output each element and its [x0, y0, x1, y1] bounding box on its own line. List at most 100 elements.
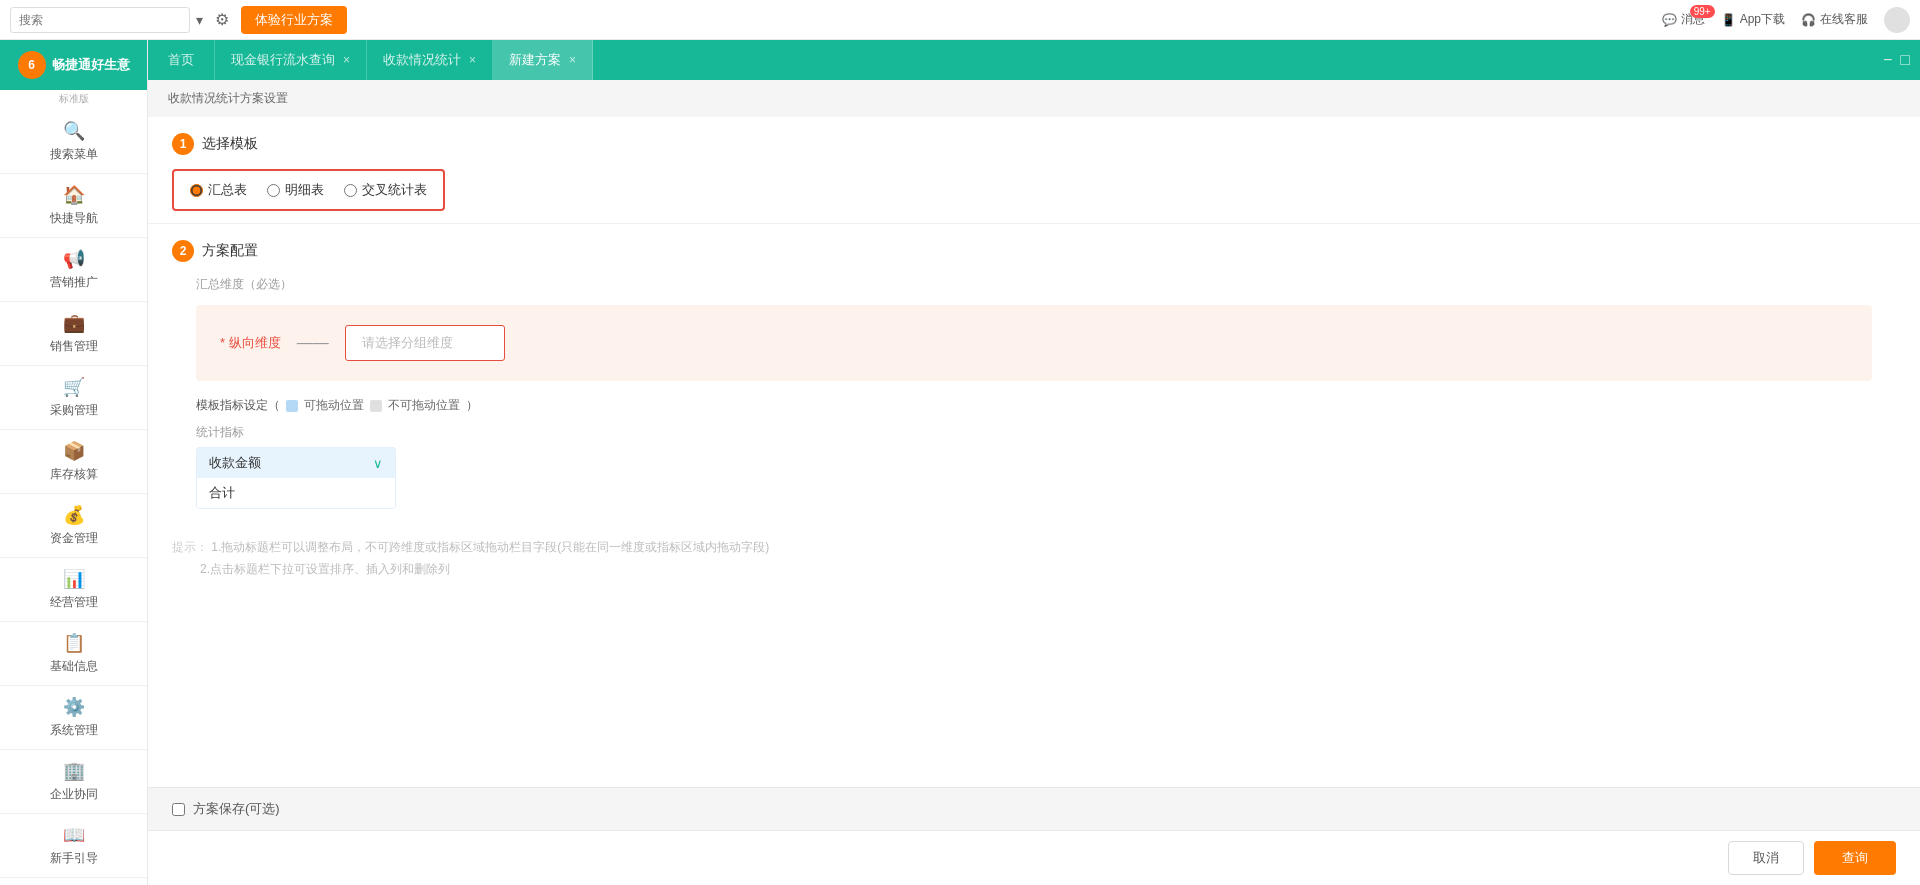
draggable-dot [286, 400, 298, 412]
service-item[interactable]: 🎧 在线客服 [1801, 11, 1868, 28]
hint-item-1: 1.拖动标题栏可以调整布局，不可跨维度或指标区域拖动栏目字段(只能在同一维度或指… [211, 540, 769, 554]
sidebar-item-label: 库存核算 [50, 466, 98, 483]
radio-summary[interactable]: 汇总表 [190, 181, 247, 199]
radio-detail-input[interactable] [267, 184, 280, 197]
breadcrumb: 收款情况统计方案设置 [148, 80, 1920, 117]
download-item[interactable]: 📱 App下载 [1721, 11, 1785, 28]
gear-icon[interactable]: ⚙ [209, 7, 235, 33]
metrics-table-header-row: 收款金额 ∨ [197, 448, 395, 478]
sidebar-item-enterprise[interactable]: 🏢 企业协同 [0, 750, 147, 814]
page-content: 收款情况统计方案设置 1 选择模板 汇总表 [148, 80, 1920, 830]
metrics-subtotal-label: 合计 [209, 485, 235, 500]
template-selector: 汇总表 明细表 交叉统计表 [172, 169, 445, 211]
maximize-icon[interactable]: □ [1900, 51, 1910, 69]
service-icon: 🎧 [1801, 13, 1816, 27]
sidebar-item-label: 营销推广 [50, 274, 98, 291]
step2-title: 方案配置 [202, 242, 258, 260]
sidebar-item-finance[interactable]: 💰 资金管理 [0, 494, 147, 558]
metrics-table: 收款金额 ∨ 合计 [196, 447, 396, 509]
step1-badge: 1 [172, 133, 194, 155]
logo-icon: 6 [18, 51, 46, 79]
sidebar-item-system[interactable]: ⚙️ 系统管理 [0, 686, 147, 750]
radio-cross-input[interactable] [344, 184, 357, 197]
dimension-select[interactable]: 请选择分组维度 [345, 325, 505, 361]
step1-section: 1 选择模板 汇总表 明细表 [148, 117, 1920, 223]
sidebar-item-label: 经营管理 [50, 594, 98, 611]
hint-section: 提示： 1.拖动标题栏可以调整布局，不可跨维度或指标区域拖动栏目字段(只能在同一… [148, 537, 1920, 580]
top-bar: ▾ ⚙ 体验行业方案 💬 消息 99+ 📱 App下载 🎧 在线客服 [0, 0, 1920, 40]
step1-header: 1 选择模板 [172, 133, 1896, 155]
tab-cashflow[interactable]: 现金银行流水查询 × [215, 40, 367, 80]
tab-new-plan-close[interactable]: × [569, 53, 576, 67]
non-draggable-dot [370, 400, 382, 412]
sidebar-item-marketing[interactable]: 📢 营销推广 [0, 238, 147, 302]
search-icon: 🔍 [63, 120, 85, 142]
home-icon: 🏠 [63, 184, 85, 206]
content-area: 首页 现金银行流水查询 × 收款情况统计 × 新建方案 × − □ 收款情况统计… [148, 40, 1920, 885]
radio-cross[interactable]: 交叉统计表 [344, 181, 427, 199]
minimize-icon[interactable]: − [1883, 51, 1892, 69]
sidebar-logo: 6 畅捷通好生意 [0, 40, 147, 90]
tab-receipt-close[interactable]: × [469, 53, 476, 67]
enterprise-icon: 🏢 [63, 760, 85, 782]
radio-detail[interactable]: 明细表 [267, 181, 324, 199]
message-item[interactable]: 💬 消息 99+ [1662, 11, 1705, 28]
sidebar-item-guide[interactable]: 📖 新手引导 [0, 814, 147, 878]
sidebar-item-sales[interactable]: 💼 销售管理 [0, 302, 147, 366]
radio-summary-input[interactable] [190, 184, 203, 197]
main-layout: 6 畅捷通好生意 标准版 🔍 搜索菜单 🏠 快捷导航 📢 营销推广 💼 销售管理… [0, 40, 1920, 885]
search-input[interactable] [10, 7, 190, 33]
metrics-dropdown-icon[interactable]: ∨ [373, 456, 383, 471]
inventory-icon: 📦 [63, 440, 85, 462]
message-icon: 💬 [1662, 13, 1677, 27]
sidebar-item-inventory[interactable]: 📦 库存核算 [0, 430, 147, 494]
cancel-button[interactable]: 取消 [1728, 841, 1804, 875]
top-bar-left: ▾ ⚙ 体验行业方案 [10, 6, 1654, 34]
tab-home[interactable]: 首页 [148, 40, 215, 80]
dropdown-button[interactable]: ▾ [196, 12, 203, 28]
tab-receipt-label: 收款情况统计 [383, 51, 461, 69]
system-icon: ⚙️ [63, 696, 85, 718]
dimension-area: * 纵向维度 —— 请选择分组维度 [196, 305, 1872, 381]
message-badge: 99+ [1690, 5, 1715, 18]
step1-title: 选择模板 [202, 135, 258, 153]
step2-badge: 2 [172, 240, 194, 262]
marketing-icon: 📢 [63, 248, 85, 270]
hint-item-2: 2.点击标题栏下拉可设置排序、插入列和删除列 [172, 562, 450, 576]
sidebar-item-nav[interactable]: 🏠 快捷导航 [0, 174, 147, 238]
metrics-header-label: 收款金额 [209, 454, 261, 472]
purchase-icon: 🛒 [63, 376, 85, 398]
metrics-section-label: 统计指标 [196, 424, 1872, 441]
sidebar-item-label: 快捷导航 [50, 210, 98, 227]
save-checkbox[interactable] [172, 803, 185, 816]
sidebar: 6 畅捷通好生意 标准版 🔍 搜索菜单 🏠 快捷导航 📢 营销推广 💼 销售管理… [0, 40, 148, 885]
sidebar-item-label: 资金管理 [50, 530, 98, 547]
hint-title: 提示： [172, 540, 208, 554]
sidebar-item-search[interactable]: 🔍 搜索菜单 [0, 110, 147, 174]
step2-section: 2 方案配置 汇总维度（必选） * 纵向维度 —— 请选择分组维度 [148, 224, 1920, 537]
tab-receipt[interactable]: 收款情况统计 × [367, 40, 493, 80]
sidebar-item-basic-info[interactable]: 📋 基础信息 [0, 622, 147, 686]
edition-label: 标准版 [0, 90, 147, 110]
tab-bar: 首页 现金银行流水查询 × 收款情况统计 × 新建方案 × − □ [148, 40, 1920, 80]
query-button[interactable]: 查询 [1814, 841, 1896, 875]
sidebar-item-label: 销售管理 [50, 338, 98, 355]
tab-cashflow-label: 现金银行流水查询 [231, 51, 335, 69]
metrics-section: 统计指标 收款金额 ∨ 合计 [196, 424, 1872, 509]
sidebar-item-purchase[interactable]: 🛒 采购管理 [0, 366, 147, 430]
radio-summary-label: 汇总表 [208, 181, 247, 199]
form-container: 1 选择模板 汇总表 明细表 [148, 117, 1920, 787]
sidebar-item-label: 新手引导 [50, 850, 98, 867]
dimension-title: 汇总维度（必选） [196, 276, 1872, 293]
guide-icon: 📖 [63, 824, 85, 846]
sidebar-item-label: 系统管理 [50, 722, 98, 739]
page-footer: 方案保存(可选) [148, 787, 1920, 830]
sidebar-item-management[interactable]: 📊 经营管理 [0, 558, 147, 622]
trial-button[interactable]: 体验行业方案 [241, 6, 347, 34]
sidebar-item-hardware[interactable]: 🔧 智能硬件 [0, 878, 147, 885]
tab-cashflow-close[interactable]: × [343, 53, 350, 67]
metrics-legend-row: 模板指标设定（ 可拖动位置 不可拖动位置 ） [196, 397, 1872, 414]
avatar[interactable] [1884, 7, 1910, 33]
tab-home-label: 首页 [168, 51, 194, 69]
tab-new-plan[interactable]: 新建方案 × [493, 40, 593, 80]
